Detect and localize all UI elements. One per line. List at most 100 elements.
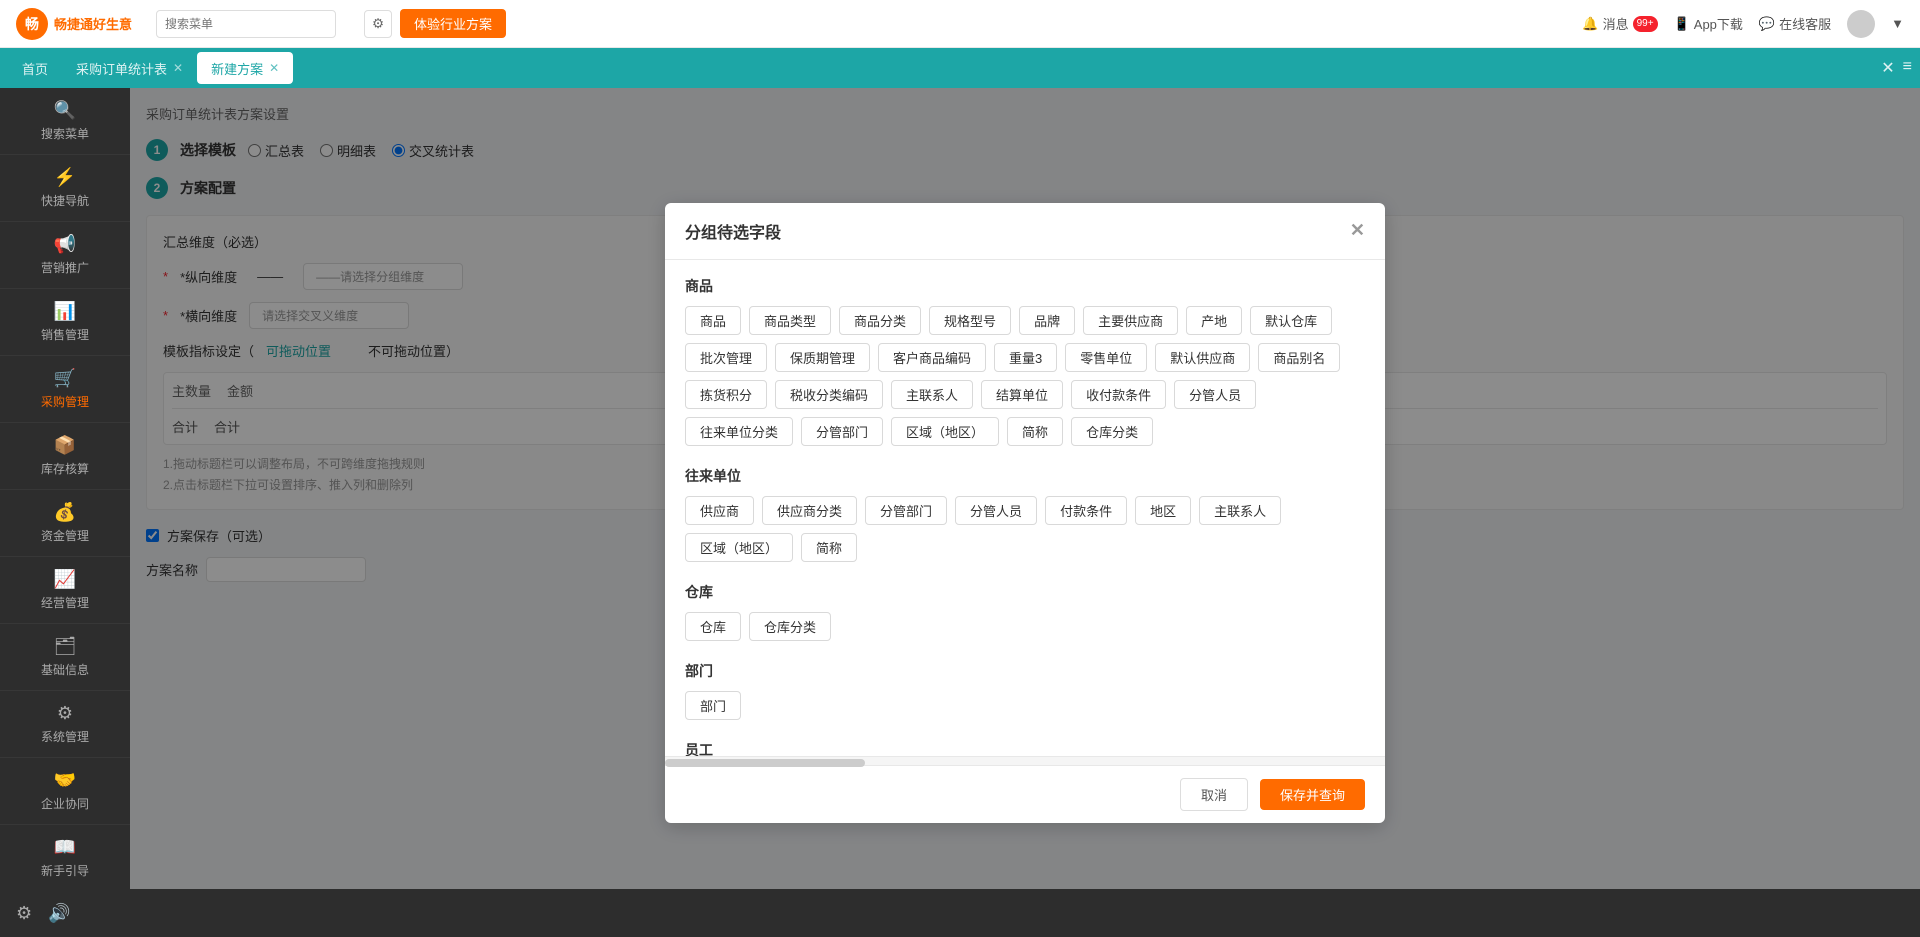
field-tag[interactable]: 仓库 xyxy=(685,612,741,641)
sidebar-item-search[interactable]: 🔍 搜索菜单 xyxy=(0,88,130,155)
field-tag[interactable]: 零售单位 xyxy=(1065,343,1147,372)
sidebar-item-finance[interactable]: 💰 资金管理 xyxy=(0,490,130,557)
field-tag[interactable]: 分管部门 xyxy=(801,417,883,446)
field-tag[interactable]: 品牌 xyxy=(1019,306,1075,335)
gear-button[interactable]: ⚙ xyxy=(364,10,392,38)
avatar[interactable] xyxy=(1847,10,1875,38)
field-tag[interactable]: 默认仓库 xyxy=(1250,306,1332,335)
field-tag[interactable]: 结算单位 xyxy=(981,380,1063,409)
field-group-warehouse: 仓库 仓库 仓库分类 xyxy=(685,582,1365,641)
field-tags-dept: 部门 xyxy=(685,691,1365,720)
sidebar-item-enterprise[interactable]: 🤝 企业协同 xyxy=(0,758,130,825)
tab-home[interactable]: 首页 xyxy=(8,52,62,84)
tab-menu-icon[interactable]: ≡ xyxy=(1903,58,1912,78)
tab-bar-actions: ✕ ≡ xyxy=(1881,58,1912,78)
cancel-button[interactable]: 取消 xyxy=(1180,778,1248,811)
field-tag[interactable]: 供应商分类 xyxy=(762,496,857,525)
dialog-title: 分组待选字段 xyxy=(685,219,781,243)
field-tag[interactable]: 地区 xyxy=(1135,496,1191,525)
field-tag[interactable]: 规格型号 xyxy=(929,306,1011,335)
field-tag[interactable]: 仓库分类 xyxy=(1071,417,1153,446)
logo-text: 畅捷通好生意 xyxy=(54,14,132,33)
finance-icon: 💰 xyxy=(54,502,76,523)
save-query-button[interactable]: 保存并查询 xyxy=(1260,779,1365,810)
online-service-item[interactable]: 💬 在线客服 xyxy=(1759,14,1831,33)
sidebar-item-operations[interactable]: 📈 经营管理 xyxy=(0,557,130,624)
tab-purchase-close-icon[interactable]: ✕ xyxy=(173,61,183,75)
dialog-hscrollbar[interactable] xyxy=(665,756,1385,765)
field-tag[interactable]: 商品 xyxy=(685,306,741,335)
field-tag[interactable]: 分管部门 xyxy=(865,496,947,525)
sidebar-item-quicknav[interactable]: ⚡ 快捷导航 xyxy=(0,155,130,222)
field-tag[interactable]: 拣货积分 xyxy=(685,380,767,409)
field-tag[interactable]: 区域（地区） xyxy=(891,417,999,446)
field-tag[interactable]: 主联系人 xyxy=(891,380,973,409)
sidebar-item-inventory-label: 库存核算 xyxy=(41,460,89,477)
field-tag[interactable]: 分管人员 xyxy=(955,496,1037,525)
sidebar-item-guide[interactable]: 📖 新手引导 xyxy=(0,825,130,892)
logo-icon: 畅 xyxy=(16,8,48,40)
marketing-icon: 📢 xyxy=(54,234,76,255)
operations-icon: 📈 xyxy=(54,569,76,590)
search-input[interactable] xyxy=(156,10,336,38)
field-tag[interactable]: 收付款条件 xyxy=(1071,380,1166,409)
field-tag[interactable]: 仓库分类 xyxy=(749,612,831,641)
field-tag[interactable]: 主要供应商 xyxy=(1083,306,1178,335)
tab-new-plan[interactable]: 新建方案 ✕ xyxy=(197,52,293,84)
field-tag[interactable]: 简称 xyxy=(801,533,857,562)
tab-new-plan-close-icon[interactable]: ✕ xyxy=(269,61,279,75)
notification-item[interactable]: 🔔 消息 99+ xyxy=(1582,14,1657,33)
field-tag[interactable]: 简称 xyxy=(1007,417,1063,446)
field-tag[interactable]: 区域（地区） xyxy=(685,533,793,562)
bottom-settings-icon[interactable]: ⚙ xyxy=(16,903,32,924)
experience-button[interactable]: 体验行业方案 xyxy=(400,9,506,38)
sidebar-item-marketing[interactable]: 📢 营销推广 xyxy=(0,222,130,289)
gear-icon: ⚙ xyxy=(372,16,384,32)
field-tag[interactable]: 商品别名 xyxy=(1258,343,1340,372)
tab-close-icon[interactable]: ✕ xyxy=(1881,58,1894,78)
sidebar-item-system[interactable]: ⚙ 系统管理 xyxy=(0,691,130,758)
field-tag[interactable]: 客户商品编码 xyxy=(878,343,986,372)
tab-bar: 首页 采购订单统计表 ✕ 新建方案 ✕ ✕ ≡ xyxy=(0,48,1920,88)
field-tags-warehouse: 仓库 仓库分类 xyxy=(685,612,1365,641)
app-download-item[interactable]: 📱 App下载 xyxy=(1674,14,1743,33)
sidebar-item-operations-label: 经营管理 xyxy=(41,594,89,611)
field-tag[interactable]: 分管人员 xyxy=(1174,380,1256,409)
sidebar-item-guide-label: 新手引导 xyxy=(41,862,89,879)
top-bar: 畅 畅捷通好生意 ⚙ 体验行业方案 🔔 消息 99+ 📱 App下载 💬 在线客… xyxy=(0,0,1920,48)
sidebar-item-quicknav-label: 快捷导航 xyxy=(41,192,89,209)
notification-icon: 🔔 xyxy=(1582,16,1598,32)
hscrollbar-thumb[interactable] xyxy=(665,759,865,767)
field-tag[interactable]: 往来单位分类 xyxy=(685,417,793,446)
sidebar-item-sales-label: 销售管理 xyxy=(41,326,89,343)
field-tag[interactable]: 部门 xyxy=(685,691,741,720)
sidebar-item-sales[interactable]: 📊 销售管理 xyxy=(0,289,130,356)
sidebar-item-purchase[interactable]: 🛒 采购管理 xyxy=(0,356,130,423)
tab-purchase-stats[interactable]: 采购订单统计表 ✕ xyxy=(62,52,197,84)
field-tag[interactable]: 供应商 xyxy=(685,496,754,525)
online-service-icon: 💬 xyxy=(1759,16,1775,32)
sidebar-item-base-info[interactable]: 🗂 基础信息 xyxy=(0,624,130,691)
field-tag[interactable]: 主联系人 xyxy=(1199,496,1281,525)
field-tag[interactable]: 付款条件 xyxy=(1045,496,1127,525)
field-tag[interactable]: 重量3 xyxy=(994,343,1057,372)
sidebar-item-purchase-label: 采购管理 xyxy=(41,393,89,410)
field-tag[interactable]: 批次管理 xyxy=(685,343,767,372)
inventory-icon: 📦 xyxy=(54,435,76,456)
top-search-area xyxy=(156,10,356,38)
field-group-staff: 员工 业务员 xyxy=(685,740,1365,756)
field-tag[interactable]: 默认供应商 xyxy=(1155,343,1250,372)
field-tag[interactable]: 保质期管理 xyxy=(775,343,870,372)
enterprise-icon: 🤝 xyxy=(54,770,76,791)
dialog-close-button[interactable]: ✕ xyxy=(1350,220,1365,241)
system-icon: ⚙ xyxy=(57,703,73,724)
field-tag[interactable]: 商品类型 xyxy=(749,306,831,335)
field-tag[interactable]: 产地 xyxy=(1186,306,1242,335)
bottom-audio-icon[interactable]: 🔊 xyxy=(48,903,70,924)
field-tag[interactable]: 商品分类 xyxy=(839,306,921,335)
quicknav-icon: ⚡ xyxy=(54,167,76,188)
sidebar-item-system-label: 系统管理 xyxy=(41,728,89,745)
field-tag[interactable]: 税收分类编码 xyxy=(775,380,883,409)
sidebar-item-inventory[interactable]: 📦 库存核算 xyxy=(0,423,130,490)
tab-new-plan-label: 新建方案 xyxy=(211,59,263,78)
